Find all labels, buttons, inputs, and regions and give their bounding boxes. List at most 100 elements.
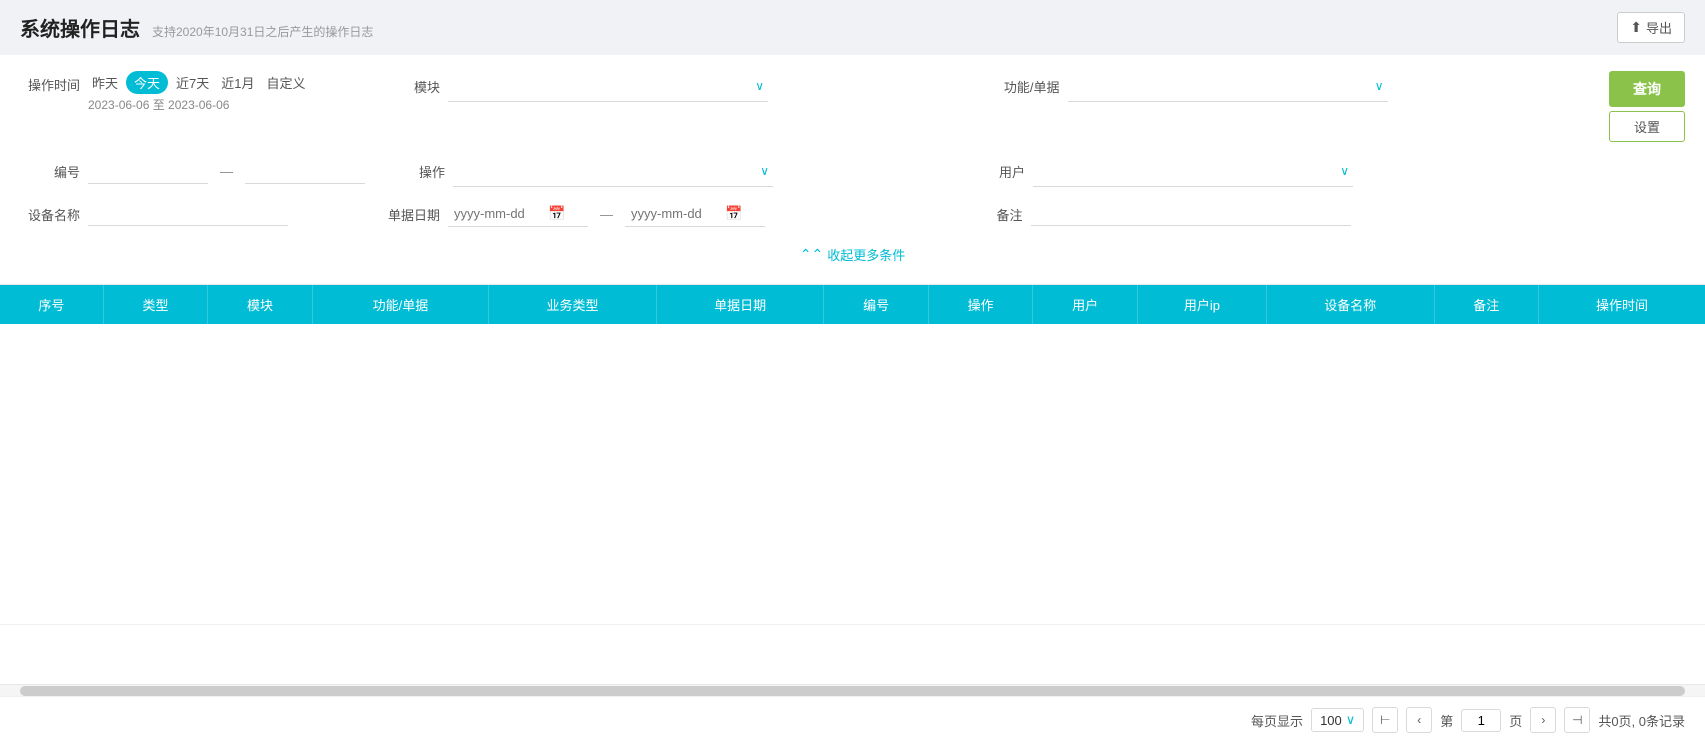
device-label: 设备名称 bbox=[20, 205, 80, 224]
date-start-field[interactable]: 📅 bbox=[448, 201, 588, 227]
horizontal-scrollbar[interactable] bbox=[0, 684, 1705, 696]
title-group: 系统操作日志 支持2020年10月31日之后产生的操作日志 bbox=[20, 13, 373, 42]
function-chevron-icon: ∨ bbox=[1375, 79, 1384, 93]
settings-button[interactable]: 设置 bbox=[1609, 111, 1685, 142]
page-input[interactable] bbox=[1461, 709, 1501, 732]
page-title: 系统操作日志 bbox=[20, 13, 140, 42]
collapse-row: ⌃⌃ 收起更多条件 bbox=[20, 237, 1685, 268]
empty-cell bbox=[0, 324, 1705, 624]
function-value bbox=[1076, 75, 1371, 97]
user-section: 用户 ∨ bbox=[965, 156, 1525, 187]
filter-row-2: 编号 — 操作 ∨ 用户 ∨ bbox=[20, 156, 1685, 187]
date-start-input[interactable] bbox=[454, 206, 544, 221]
collapse-chevron-icon: ⌃⌃ bbox=[800, 246, 823, 263]
filter-row-3: 设备名称 单据日期 📅 — 📅 备注 bbox=[20, 201, 1685, 227]
function-select[interactable]: ∨ bbox=[1068, 71, 1388, 102]
col-biz-type: 业务类型 bbox=[489, 285, 657, 324]
time-range-display: 2023-06-06 至 2023-06-06 bbox=[88, 96, 310, 113]
function-section: 功能/单据 ∨ bbox=[990, 71, 1580, 102]
operation-chevron-icon: ∨ bbox=[760, 164, 769, 178]
last-page-button[interactable]: ⊣ bbox=[1564, 707, 1590, 733]
col-user-ip: 用户ip bbox=[1137, 285, 1266, 324]
operation-label: 操作 bbox=[385, 162, 445, 181]
remark-label: 备注 bbox=[963, 205, 1023, 224]
collapse-label: 收起更多条件 bbox=[827, 245, 905, 264]
export-icon: ⬆ bbox=[1630, 19, 1642, 36]
total-label: 共0页, 0条记录 bbox=[1598, 711, 1685, 730]
export-label: 导出 bbox=[1646, 18, 1672, 37]
page-suffix: 页 bbox=[1509, 711, 1522, 730]
col-device: 设备名称 bbox=[1266, 285, 1434, 324]
page-header: 系统操作日志 支持2020年10月31日之后产生的操作日志 ⬆ 导出 bbox=[0, 0, 1705, 55]
pagination: 每页显示 100 ∨ ⊢ ‹ 第 页 › ⊣ 共0页, 0条记录 bbox=[0, 696, 1705, 743]
time-btn-7days[interactable]: 近7天 bbox=[172, 71, 213, 94]
col-operation: 操作 bbox=[928, 285, 1032, 324]
time-controls: 昨天 今天 近7天 近1月 自定义 2023-06-06 至 2023-06-0… bbox=[88, 71, 310, 113]
calendar-start-icon[interactable]: 📅 bbox=[548, 205, 565, 222]
scrollbar-thumb[interactable] bbox=[20, 686, 1685, 696]
col-id: 编号 bbox=[824, 285, 928, 324]
per-page-chevron-icon: ∨ bbox=[1346, 712, 1356, 728]
export-button[interactable]: ⬆ 导出 bbox=[1617, 12, 1685, 43]
module-chevron-icon: ∨ bbox=[755, 79, 764, 93]
module-select[interactable]: ∨ bbox=[448, 71, 768, 102]
next-page-button[interactable]: › bbox=[1530, 707, 1556, 733]
voucher-date-label: 单据日期 bbox=[380, 205, 440, 224]
id-section: 编号 — bbox=[20, 160, 365, 184]
time-btn-custom[interactable]: 自定义 bbox=[263, 71, 310, 94]
col-index: 序号 bbox=[0, 285, 103, 324]
date-end-input[interactable] bbox=[631, 206, 721, 221]
time-buttons-group: 昨天 今天 近7天 近1月 自定义 bbox=[88, 71, 310, 94]
date-separator: — bbox=[596, 207, 617, 222]
prev-page-button[interactable]: ‹ bbox=[1406, 707, 1432, 733]
voucher-date-section: 单据日期 📅 — 📅 bbox=[380, 201, 943, 227]
function-label: 功能/单据 bbox=[990, 77, 1060, 96]
time-section: 操作时间 昨天 今天 近7天 近1月 自定义 2023-06-06 至 2023… bbox=[20, 71, 360, 113]
filter-row-1: 操作时间 昨天 今天 近7天 近1月 自定义 2023-06-06 至 2023… bbox=[20, 71, 1685, 142]
page-label: 第 bbox=[1440, 711, 1453, 730]
data-table: 序号 类型 模块 功能/单据 业务类型 单据日期 编号 操作 用户 用户ip 设… bbox=[0, 285, 1705, 625]
time-label: 操作时间 bbox=[20, 71, 80, 94]
device-section: 设备名称 bbox=[20, 202, 360, 226]
query-button[interactable]: 查询 bbox=[1609, 71, 1685, 107]
per-page-value: 100 bbox=[1320, 713, 1342, 728]
operation-select[interactable]: ∨ bbox=[453, 156, 773, 187]
table-body bbox=[0, 324, 1705, 624]
time-btn-yesterday[interactable]: 昨天 bbox=[88, 71, 122, 94]
col-type: 类型 bbox=[103, 285, 207, 324]
page-subtitle: 支持2020年10月31日之后产生的操作日志 bbox=[152, 23, 373, 40]
time-btn-today[interactable]: 今天 bbox=[126, 71, 168, 94]
table-wrapper: 序号 类型 模块 功能/单据 业务类型 单据日期 编号 操作 用户 用户ip 设… bbox=[0, 285, 1705, 684]
per-page-select[interactable]: 100 ∨ bbox=[1311, 708, 1364, 732]
operation-value bbox=[461, 160, 756, 182]
col-module: 模块 bbox=[208, 285, 312, 324]
remark-section: 备注 bbox=[963, 202, 1526, 226]
module-value bbox=[456, 75, 751, 97]
remark-input[interactable] bbox=[1031, 202, 1351, 226]
module-section: 模块 ∨ bbox=[380, 71, 970, 102]
action-buttons: 查询 设置 bbox=[1609, 71, 1685, 142]
col-remark: 备注 bbox=[1434, 285, 1538, 324]
id-dash: — bbox=[216, 164, 237, 179]
first-page-button[interactable]: ⊢ bbox=[1372, 707, 1398, 733]
table-header: 序号 类型 模块 功能/单据 业务类型 单据日期 编号 操作 用户 用户ip 设… bbox=[0, 285, 1705, 324]
id-end-input[interactable] bbox=[245, 160, 365, 184]
operation-section: 操作 ∨ bbox=[385, 156, 945, 187]
device-input[interactable] bbox=[88, 202, 288, 226]
per-page-label: 每页显示 bbox=[1251, 711, 1303, 730]
table-header-row: 序号 类型 模块 功能/单据 业务类型 单据日期 编号 操作 用户 用户ip 设… bbox=[0, 285, 1705, 324]
id-start-input[interactable] bbox=[88, 160, 208, 184]
user-label: 用户 bbox=[965, 162, 1025, 181]
empty-row bbox=[0, 324, 1705, 624]
col-voucher-date: 单据日期 bbox=[656, 285, 824, 324]
col-user: 用户 bbox=[1033, 285, 1137, 324]
time-btn-1month[interactable]: 近1月 bbox=[217, 71, 258, 94]
user-select[interactable]: ∨ bbox=[1033, 156, 1353, 187]
filter-panel: 操作时间 昨天 今天 近7天 近1月 自定义 2023-06-06 至 2023… bbox=[0, 55, 1705, 285]
col-function: 功能/单据 bbox=[312, 285, 488, 324]
collapse-button[interactable]: ⌃⌃ 收起更多条件 bbox=[800, 245, 905, 264]
user-value bbox=[1041, 160, 1336, 182]
date-end-field[interactable]: 📅 bbox=[625, 201, 765, 227]
calendar-end-icon[interactable]: 📅 bbox=[725, 205, 742, 222]
id-label: 编号 bbox=[20, 162, 80, 181]
